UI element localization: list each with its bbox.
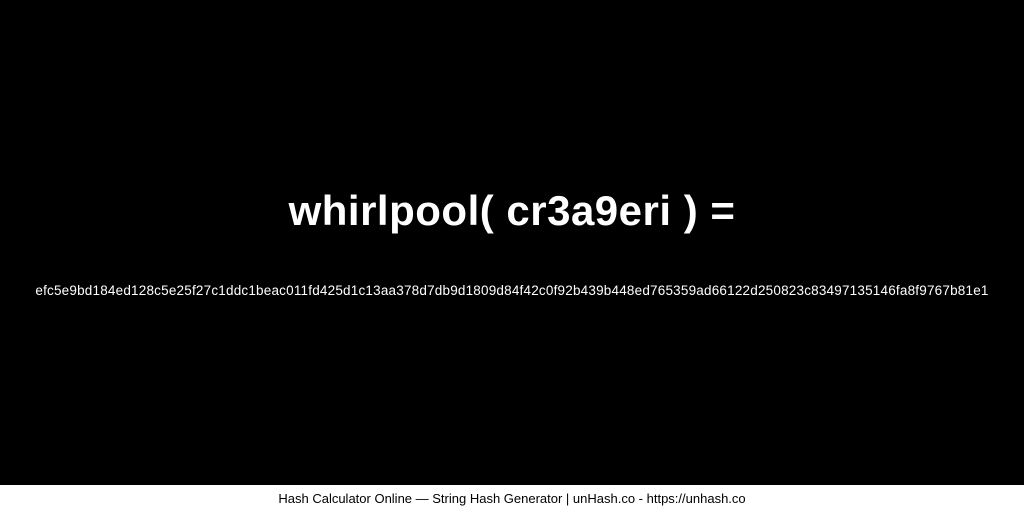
footer-text: Hash Calculator Online — String Hash Gen…: [278, 491, 745, 506]
main-content: whirlpool( cr3a9eri ) = efc5e9bd184ed128…: [0, 0, 1024, 485]
hash-output-value: efc5e9bd184ed128c5e25f27c1ddc1beac011fd4…: [35, 283, 988, 298]
footer-bar: Hash Calculator Online — String Hash Gen…: [0, 485, 1024, 512]
hash-expression-heading: whirlpool( cr3a9eri ) =: [289, 187, 736, 235]
